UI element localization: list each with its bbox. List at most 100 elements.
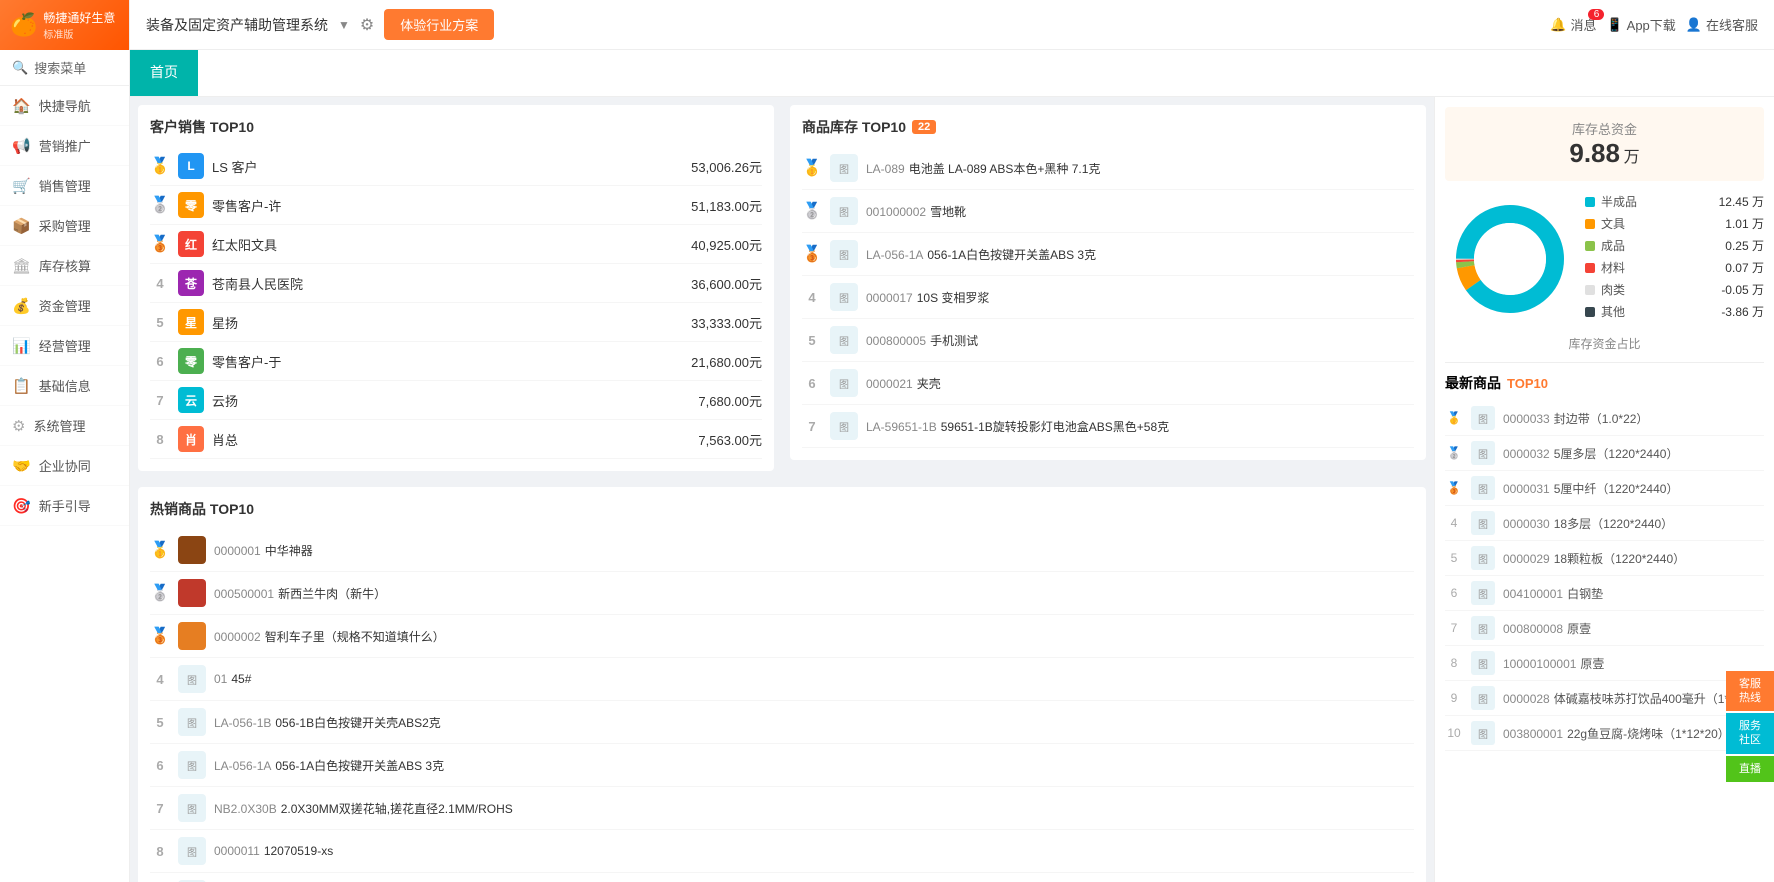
sidebar-item-label: 采购管理 xyxy=(39,216,91,235)
sidebar-item-home[interactable]: 🏠 快捷导航 xyxy=(0,86,129,126)
sidebar-item-system[interactable]: ⚙ 系统管理 xyxy=(0,406,129,446)
customer-rank-row: 4苍苍南县人民医院36,600.00元 xyxy=(150,264,762,303)
rank-number: 4 xyxy=(802,290,822,305)
product-image xyxy=(178,536,206,564)
customer-title-text: 客户销售 TOP10 xyxy=(150,117,254,137)
product-ranking-title: 商品库存 TOP10 22 xyxy=(802,117,1414,137)
hot-products-title: 热销商品 TOP10 xyxy=(150,499,1414,519)
new-product-row: 🥇图0000033封边带（1.0*22） xyxy=(1445,401,1764,436)
rank-number: 🥈 xyxy=(1445,446,1463,460)
customer-service-btn[interactable]: 客服热线 xyxy=(1726,671,1774,712)
new-product-name: 000800008原壹 xyxy=(1503,620,1764,637)
legend-color xyxy=(1585,263,1595,273)
sidebar-item-collab[interactable]: 🤝 企业协同 xyxy=(0,446,129,486)
stock-section: 库存总资金 9.88 万 xyxy=(1445,107,1764,352)
new-products-section: 最新商品 TOP10 🥇图0000033封边带（1.0*22）🥈图0000032… xyxy=(1445,362,1764,751)
sidebar-item-purchase[interactable]: 📦 采购管理 xyxy=(0,206,129,246)
new-products-list: 🥇图0000033封边带（1.0*22）🥈图00000325厘多层（1220*2… xyxy=(1445,401,1764,751)
customer-rank-row: 7云云扬7,680.00元 xyxy=(150,381,762,420)
legend-value: 1.01 万 xyxy=(1725,215,1764,232)
customer-rank-row: 🥉红红太阳文具40,925.00元 xyxy=(150,225,762,264)
rank-number: 🥉 xyxy=(1445,481,1463,495)
product-image: 图 xyxy=(1471,511,1495,535)
rank-number: 5 xyxy=(802,333,822,348)
product-rank-row: 4图000001710S 变相罗浆 xyxy=(802,276,1414,319)
customer-name: 肖总 xyxy=(212,430,690,449)
rank-number: 4 xyxy=(150,276,170,291)
rank-number: 🥇 xyxy=(150,156,170,176)
rank-number: 7 xyxy=(150,393,170,408)
sidebar-item-operations[interactable]: 📊 经营管理 xyxy=(0,326,129,366)
stock-ratio-label: 库存资金占比 xyxy=(1445,335,1764,352)
hot-product-row: 7图NB2.0X30B2.0X30MM双搓花轴,搓花直径2.1MM/ROHS xyxy=(150,787,1414,830)
sidebar-item-inventory[interactable]: 🏛 库存核算 xyxy=(0,246,129,286)
new-title-text: 最新商品 xyxy=(1445,373,1501,393)
rank-number: 8 xyxy=(150,432,170,447)
rank-number: 🥈 xyxy=(150,583,170,603)
search-menu[interactable]: 🔍 搜索菜单 xyxy=(0,50,129,86)
sales-icon: 🛒 xyxy=(12,177,31,195)
legend-value: 0.07 万 xyxy=(1725,259,1764,276)
product-image: 图 xyxy=(830,154,858,182)
legend-color xyxy=(1585,241,1595,251)
hot-product-row: 4图0145# xyxy=(150,658,1414,701)
product-image: 图 xyxy=(1471,476,1495,500)
sidebar-item-sales[interactable]: 🛒 销售管理 xyxy=(0,166,129,206)
customer-value: 51,183.00元 xyxy=(691,196,762,215)
sidebar-item-marketing[interactable]: 📢 营销推广 xyxy=(0,126,129,166)
customer-name: 红太阳文具 xyxy=(212,235,683,254)
top-bar: 装备及固定资产辅助管理系统 ▼ ⚙ 体验行业方案 🔔 6 消息 📱 App下载 … xyxy=(130,0,1774,50)
live-stream-btn[interactable]: 直播 xyxy=(1726,756,1774,782)
message-badge: 6 xyxy=(1588,9,1604,20)
rank-number: 4 xyxy=(150,672,170,687)
service-community-btn[interactable]: 服务社区 xyxy=(1726,713,1774,754)
online-service-btn[interactable]: 👤 在线客服 xyxy=(1686,15,1758,34)
donut-container: 半成品 12.45 万 文具 1.01 万 成品 0.25 万 材料 0.07 … xyxy=(1445,193,1764,325)
app-download-btn[interactable]: 📱 App下载 xyxy=(1606,15,1675,34)
tab-home[interactable]: 首页 xyxy=(130,50,198,96)
rank-number: 6 xyxy=(802,376,822,391)
message-btn[interactable]: 🔔 6 消息 xyxy=(1550,15,1596,34)
hot-product-row: 9图KK-SD22110H花语萌恒温分罐罐袋（厚款） xyxy=(150,873,1414,882)
legend-item: 文具 1.01 万 xyxy=(1585,215,1764,232)
new-product-row: 10图00380000122g鱼豆腐-烧烤味（1*12*20） xyxy=(1445,716,1764,751)
trial-button[interactable]: 体验行业方案 xyxy=(384,9,494,40)
legend-value: -0.05 万 xyxy=(1721,281,1764,298)
sidebar-item-label: 新手引导 xyxy=(39,496,91,515)
system-icon: ⚙ xyxy=(12,417,25,435)
rank-number: 🥉 xyxy=(802,244,822,264)
customer-value: 33,333.00元 xyxy=(691,313,762,332)
legend-label: 其他 xyxy=(1601,303,1715,320)
customer-avatar: 苍 xyxy=(178,270,204,296)
hot-product-row: 🥈000500001新西兰牛肉（新牛） xyxy=(150,572,1414,615)
product-info: LA-089电池盖 LA-089 ABS本色+黑种 7.1克 xyxy=(866,160,1414,177)
sidebar-item-label: 基础信息 xyxy=(39,376,91,395)
product-info: LA-59651-1B59651-1B旋转投影灯电池盒ABS黑色+58克 xyxy=(866,418,1414,435)
sidebar-item-guide[interactable]: 🎯 新手引导 xyxy=(0,486,129,526)
product-info: NB2.0X30B2.0X30MM双搓花轴,搓花直径2.1MM/ROHS xyxy=(214,800,1414,817)
rank-number: 🥈 xyxy=(150,195,170,215)
rank-number: 8 xyxy=(1445,656,1463,670)
product-info: 000800005手机测试 xyxy=(866,332,1414,349)
product-rank-row: 🥈图001000002雪地靴 xyxy=(802,190,1414,233)
legend-label: 肉类 xyxy=(1601,281,1715,298)
sidebar-item-finance[interactable]: 💰 资金管理 xyxy=(0,286,129,326)
stock-unit: 万 xyxy=(1624,149,1640,166)
rank-number: 6 xyxy=(150,758,170,773)
legend-color xyxy=(1585,285,1595,295)
new-product-name: 0000033封边带（1.0*22） xyxy=(1503,410,1764,427)
new-product-row: 🥉图00000315厘中纤（1220*2440） xyxy=(1445,471,1764,506)
inventory-icon: 🏛 xyxy=(12,257,31,275)
sidebar-item-basics[interactable]: 📋 基础信息 xyxy=(0,366,129,406)
sidebar-item-label: 销售管理 xyxy=(39,176,91,195)
rank-number: 7 xyxy=(1445,621,1463,635)
customer-ranking-card: 客户销售 TOP10 🥇LLS 客户53,006.26元🥈零零售客户-许51,1… xyxy=(138,105,774,471)
product-image: 图 xyxy=(830,283,858,311)
new-product-name: 000003018多层（1220*2440） xyxy=(1503,515,1764,532)
rank-number: 5 xyxy=(150,715,170,730)
dropdown-arrow-icon[interactable]: ▼ xyxy=(338,18,350,32)
settings-icon[interactable]: ⚙ xyxy=(360,15,374,35)
app-name: 畅捷通好生意 xyxy=(43,9,115,26)
new-top10-badge: TOP10 xyxy=(1507,376,1548,391)
rank-number: 8 xyxy=(150,844,170,859)
